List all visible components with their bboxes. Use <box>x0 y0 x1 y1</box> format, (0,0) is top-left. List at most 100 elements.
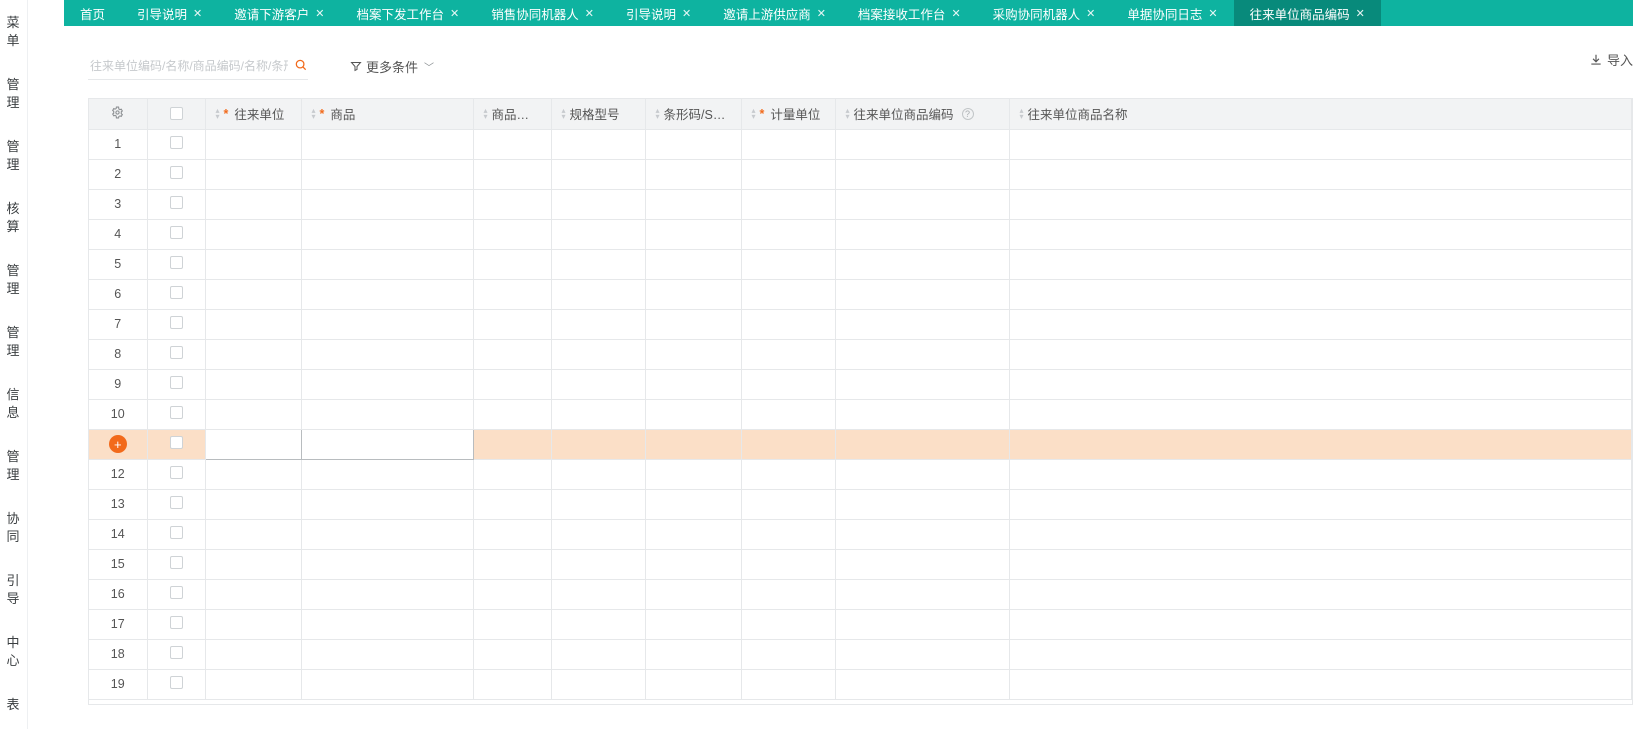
cell-col-code[interactable] <box>835 309 1009 339</box>
col-barcode[interactable]: 条形码/S… <box>645 99 741 129</box>
cell-col-prod[interactable] <box>301 369 473 399</box>
table-row[interactable]: 10 <box>89 399 1632 429</box>
table-row[interactable]: 8 <box>89 339 1632 369</box>
cell-col-code[interactable] <box>835 489 1009 519</box>
cell-col-bar[interactable] <box>645 639 741 669</box>
row-checkbox[interactable] <box>170 196 183 209</box>
cell-col-unit[interactable] <box>205 279 301 309</box>
cell-col-unit[interactable] <box>205 639 301 669</box>
cell-col-name[interactable] <box>1009 549 1632 579</box>
cell-col-cls[interactable] <box>473 129 551 159</box>
row-checkbox[interactable] <box>170 286 183 299</box>
select-all-checkbox[interactable] <box>170 107 183 120</box>
cell-col-name[interactable] <box>1009 309 1632 339</box>
cell-col-unit[interactable] <box>205 339 301 369</box>
table-row[interactable]: 5 <box>89 249 1632 279</box>
cell-col-prod[interactable] <box>301 399 473 429</box>
cell-col-uom[interactable] <box>741 669 835 699</box>
tab-10[interactable]: 往来单位商品编码✕ <box>1234 0 1381 26</box>
cell-col-name[interactable] <box>1009 489 1632 519</box>
cell-col-prod[interactable] <box>301 579 473 609</box>
cell-col-uom[interactable] <box>741 339 835 369</box>
row-checkbox[interactable] <box>170 526 183 539</box>
tab-3[interactable]: 档案下发工作台✕ <box>340 0 475 26</box>
cell-col-prod[interactable] <box>301 609 473 639</box>
cell-col-uom[interactable] <box>741 309 835 339</box>
cell-col-bar[interactable] <box>645 369 741 399</box>
col-partner-code[interactable]: 往来单位商品编码? <box>835 99 1009 129</box>
sidebar-item-9[interactable]: 引导 <box>0 564 27 626</box>
tab-0[interactable]: 首页 <box>64 0 121 26</box>
cell-col-spec[interactable] <box>551 519 645 549</box>
tab-1[interactable]: 引导说明✕ <box>121 0 218 26</box>
cell-col-unit[interactable] <box>205 249 301 279</box>
cell-col-bar[interactable] <box>645 399 741 429</box>
cell-col-spec[interactable] <box>551 609 645 639</box>
cell-col-unit[interactable] <box>205 549 301 579</box>
close-icon[interactable]: ✕ <box>585 7 594 20</box>
cell-col-uom[interactable] <box>741 279 835 309</box>
cell-col-name[interactable] <box>1009 279 1632 309</box>
cell-col-code[interactable] <box>835 369 1009 399</box>
cell-col-code[interactable] <box>835 159 1009 189</box>
close-icon[interactable]: ✕ <box>817 7 826 20</box>
col-product-class[interactable]: 商品… <box>473 99 551 129</box>
cell-col-prod[interactable] <box>301 669 473 699</box>
cell-col-name[interactable] <box>1009 519 1632 549</box>
sidebar-item-3[interactable]: 核算 <box>0 192 27 254</box>
cell-col-cls[interactable] <box>473 429 551 459</box>
cell-col-unit[interactable] <box>205 219 301 249</box>
row-checkbox[interactable] <box>170 586 183 599</box>
sidebar-item-8[interactable]: 协同 <box>0 502 27 564</box>
cell-col-spec[interactable] <box>551 309 645 339</box>
cell-col-code[interactable] <box>835 639 1009 669</box>
cell-col-bar[interactable] <box>645 489 741 519</box>
cell-col-prod[interactable] <box>301 309 473 339</box>
cell-col-code[interactable] <box>835 579 1009 609</box>
cell-col-bar[interactable] <box>645 159 741 189</box>
cell-col-cls[interactable] <box>473 549 551 579</box>
cell-col-code[interactable] <box>835 459 1009 489</box>
cell-col-spec[interactable] <box>551 249 645 279</box>
cell-col-code[interactable] <box>835 549 1009 579</box>
col-product[interactable]: *商品 <box>301 99 473 129</box>
close-icon[interactable]: ✕ <box>315 7 324 20</box>
row-checkbox[interactable] <box>170 646 183 659</box>
close-icon[interactable]: ✕ <box>1356 7 1365 20</box>
cell-col-spec[interactable] <box>551 279 645 309</box>
cell-col-unit[interactable] <box>205 369 301 399</box>
row-checkbox[interactable] <box>170 436 183 449</box>
table-row[interactable]: 6 <box>89 279 1632 309</box>
tab-5[interactable]: 引导说明✕ <box>610 0 707 26</box>
close-icon[interactable]: ✕ <box>682 7 691 20</box>
cell-col-code[interactable] <box>835 249 1009 279</box>
cell-col-uom[interactable] <box>741 159 835 189</box>
cell-col-unit[interactable] <box>205 519 301 549</box>
table-row[interactable]: 12 <box>89 459 1632 489</box>
cell-col-prod[interactable] <box>301 279 473 309</box>
cell-col-uom[interactable] <box>741 219 835 249</box>
data-table-wrap[interactable]: *往来单位 *商品 商品… 规格型号 条形码/S… <box>88 98 1633 705</box>
cell-col-spec[interactable] <box>551 579 645 609</box>
cell-col-unit[interactable] <box>205 189 301 219</box>
export-button[interactable]: 导入 <box>1589 50 1633 69</box>
cell-col-unit[interactable] <box>205 309 301 339</box>
cell-col-unit[interactable] <box>205 459 301 489</box>
row-checkbox[interactable] <box>170 466 183 479</box>
cell-col-cls[interactable] <box>473 309 551 339</box>
sidebar-item-1[interactable]: 管理 <box>0 68 27 130</box>
tab-4[interactable]: 销售协同机器人✕ <box>475 0 610 26</box>
cell-col-uom[interactable] <box>741 489 835 519</box>
sidebar-item-11[interactable]: 表 <box>0 688 27 729</box>
cell-col-spec[interactable] <box>551 429 645 459</box>
cell-col-prod[interactable] <box>301 219 473 249</box>
table-row[interactable]: 15 <box>89 549 1632 579</box>
row-checkbox[interactable] <box>170 616 183 629</box>
cell-col-cls[interactable] <box>473 579 551 609</box>
cell-col-unit[interactable] <box>205 129 301 159</box>
cell-col-name[interactable] <box>1009 399 1632 429</box>
cell-col-name[interactable] <box>1009 609 1632 639</box>
table-row[interactable]: 17 <box>89 609 1632 639</box>
cell-col-code[interactable] <box>835 399 1009 429</box>
cell-col-bar[interactable] <box>645 249 741 279</box>
